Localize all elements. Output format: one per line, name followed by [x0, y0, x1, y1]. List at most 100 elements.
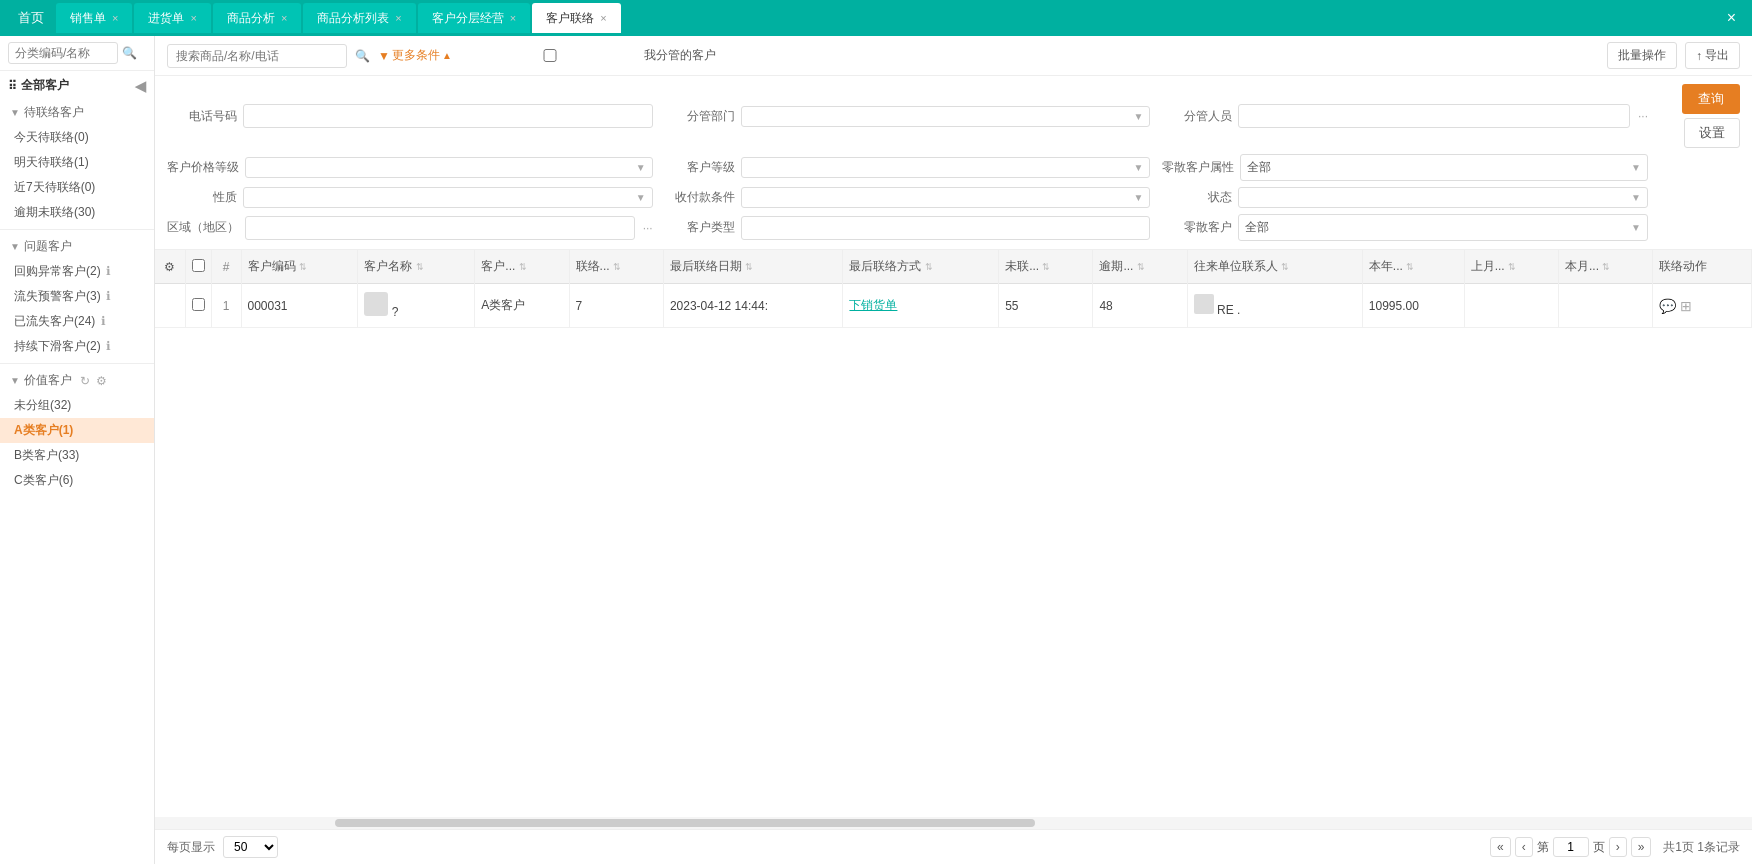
- row-overdue-cell: 48: [1093, 284, 1187, 328]
- last-page-button[interactable]: »: [1631, 837, 1652, 857]
- sidebar-item-churn-warning[interactable]: 流失预警客户(3) ℹ: [0, 284, 154, 309]
- row-last-method-cell[interactable]: 下销货单: [843, 284, 999, 328]
- filter-search-icon[interactable]: 🔍: [355, 49, 370, 63]
- scrollbar-thumb[interactable]: [335, 819, 1035, 827]
- value-settings-icon[interactable]: ⚙: [96, 374, 107, 388]
- col-last-month-sort[interactable]: ⇅: [1508, 262, 1516, 272]
- filter-status-select[interactable]: ▼: [1238, 187, 1648, 208]
- my-customers-label: 我分管的客户: [644, 47, 716, 64]
- export-button[interactable]: ↑ 导出: [1685, 42, 1740, 69]
- table-col-name: 客户名称 ⇅: [358, 250, 475, 284]
- col-last-date-sort[interactable]: ⇅: [745, 262, 753, 272]
- prev-page-button[interactable]: ‹: [1515, 837, 1533, 857]
- row-checkbox-cell[interactable]: [185, 284, 211, 328]
- filter-region-dots[interactable]: ···: [643, 221, 653, 235]
- problem-group-text: 问题客户: [24, 238, 72, 255]
- col-level-sort[interactable]: ⇅: [519, 262, 527, 272]
- sidebar-item-overdue[interactable]: 逾期未联络(30): [0, 200, 154, 225]
- filter-person: 分管人员 ···: [1162, 104, 1648, 128]
- sidebar-search-icon[interactable]: 🔍: [122, 46, 137, 60]
- table-col-last-date: 最后联络日期 ⇅: [663, 250, 843, 284]
- sidebar-item-c-class[interactable]: C类客户(6): [0, 468, 154, 493]
- nav-tab-customer-mgmt[interactable]: 客户分层经营 ×: [418, 3, 530, 33]
- sidebar-collapse-btn[interactable]: ◀: [135, 78, 146, 94]
- page-number-input[interactable]: [1553, 837, 1589, 857]
- nav-tab-sales-close[interactable]: ×: [112, 12, 118, 24]
- nav-tab-analysis[interactable]: 商品分析 ×: [213, 3, 301, 33]
- declining-label: 持续下滑客户(2): [14, 339, 101, 353]
- batch-op-button[interactable]: 批量操作: [1607, 42, 1677, 69]
- query-button[interactable]: 查询: [1682, 84, 1740, 114]
- nav-tab-purchase-close[interactable]: ×: [190, 12, 196, 24]
- page-size-select[interactable]: 10 20 50 100: [223, 836, 278, 858]
- search-input[interactable]: [167, 44, 347, 68]
- filter-customer-type-input[interactable]: [741, 216, 1151, 240]
- filter-customer-type-label: 客户类型: [665, 219, 735, 236]
- filter-person-input[interactable]: [1238, 104, 1630, 128]
- filter-actions: 批量操作 ↑ 导出: [1607, 42, 1740, 69]
- filter-phone-input[interactable]: [243, 104, 653, 128]
- filter-price-level-select[interactable]: ▼: [245, 157, 653, 178]
- filter-person-dots[interactable]: ···: [1638, 109, 1648, 123]
- filter-nature-select[interactable]: ▼: [243, 187, 653, 208]
- filter-region-input[interactable]: [245, 216, 635, 240]
- sidebar-item-repurchase-abnormal[interactable]: 回购异常客户(2) ℹ: [0, 259, 154, 284]
- col-name-sort[interactable]: ⇅: [416, 262, 424, 272]
- sidebar-item-today[interactable]: 今天待联络(0): [0, 125, 154, 150]
- filter-retail-attr-select[interactable]: 全部 ▼: [1240, 154, 1648, 181]
- filter-region: 区域（地区） ···: [167, 216, 653, 240]
- grid-action-icon[interactable]: ⊞: [1680, 298, 1692, 314]
- nav-tab-sales[interactable]: 销售单 ×: [56, 3, 132, 33]
- next-page-button[interactable]: ›: [1609, 837, 1627, 857]
- filter-customer-level-select[interactable]: ▼: [741, 157, 1151, 178]
- table-col-uncontacted: 未联... ⇅: [999, 250, 1093, 284]
- filter-retail-customer-select[interactable]: 全部 ▼: [1238, 214, 1648, 241]
- close-all-button[interactable]: ×: [1719, 9, 1744, 27]
- value-refresh-icon[interactable]: ↻: [80, 374, 90, 388]
- sidebar-item-declining[interactable]: 持续下滑客户(2) ℹ: [0, 334, 154, 359]
- nav-tab-analysis-list-close[interactable]: ×: [395, 12, 401, 24]
- col-this-year-sort[interactable]: ⇅: [1406, 262, 1414, 272]
- col-code-sort[interactable]: ⇅: [299, 262, 307, 272]
- nav-tab-customer-contact[interactable]: 客户联络 ×: [532, 3, 620, 33]
- horizontal-scrollbar[interactable]: [155, 817, 1752, 829]
- table-settings-icon[interactable]: ⚙: [164, 260, 175, 274]
- batch-op-label: 批量操作: [1618, 47, 1666, 64]
- first-page-button[interactable]: «: [1490, 837, 1511, 857]
- page-size-label: 每页显示: [167, 839, 215, 856]
- my-customers-checkbox[interactable]: [460, 49, 640, 62]
- last-method-link[interactable]: 下销货单: [849, 298, 897, 312]
- col-contact-sort[interactable]: ⇅: [613, 262, 621, 272]
- filter-more-btn[interactable]: ▼ 更多条件 ▲: [378, 47, 452, 64]
- sidebar-item-b-class[interactable]: B类客户(33): [0, 443, 154, 468]
- filter-payment-select[interactable]: ▼: [741, 187, 1151, 208]
- table-settings-col[interactable]: ⚙: [155, 250, 185, 284]
- all-customers-header[interactable]: ⠿ 全部客户 ◀: [0, 71, 154, 100]
- sidebar-item-a-class[interactable]: A类客户(1): [0, 418, 154, 443]
- col-contact-person-sort[interactable]: ⇅: [1281, 262, 1289, 272]
- nav-tab-purchase[interactable]: 进货单 ×: [134, 3, 210, 33]
- filter-dept-select[interactable]: ▼: [741, 106, 1151, 127]
- my-customers-checkbox-wrap[interactable]: 我分管的客户: [460, 47, 716, 64]
- export-icon: ↑: [1696, 49, 1702, 63]
- repurchase-label: 回购异常客户(2): [14, 264, 101, 278]
- nav-tab-analysis-list[interactable]: 商品分析列表 ×: [303, 3, 415, 33]
- sidebar-item-tomorrow[interactable]: 明天待联络(1): [0, 150, 154, 175]
- sidebar-item-churned[interactable]: 已流失客户(24) ℹ: [0, 309, 154, 334]
- row-checkbox[interactable]: [192, 298, 205, 311]
- col-this-month-sort[interactable]: ⇅: [1602, 262, 1610, 272]
- sidebar-search-input[interactable]: [8, 42, 118, 64]
- col-uncontacted-sort[interactable]: ⇅: [1042, 262, 1050, 272]
- sidebar-item-7days[interactable]: 近7天待联络(0): [0, 175, 154, 200]
- nav-home[interactable]: 首页: [8, 5, 54, 31]
- nav-tab-analysis-close[interactable]: ×: [281, 12, 287, 24]
- nav-tab-customer-mgmt-close[interactable]: ×: [510, 12, 516, 24]
- nav-tab-customer-contact-close[interactable]: ×: [600, 12, 606, 24]
- table-checkbox-all-col[interactable]: [185, 250, 211, 284]
- chat-action-icon[interactable]: 💬: [1659, 298, 1676, 314]
- settings-button[interactable]: 设置: [1684, 118, 1740, 148]
- select-all-checkbox[interactable]: [192, 259, 205, 272]
- col-overdue-sort[interactable]: ⇅: [1137, 262, 1145, 272]
- sidebar-item-unclassified[interactable]: 未分组(32): [0, 393, 154, 418]
- col-last-method-sort[interactable]: ⇅: [925, 262, 933, 272]
